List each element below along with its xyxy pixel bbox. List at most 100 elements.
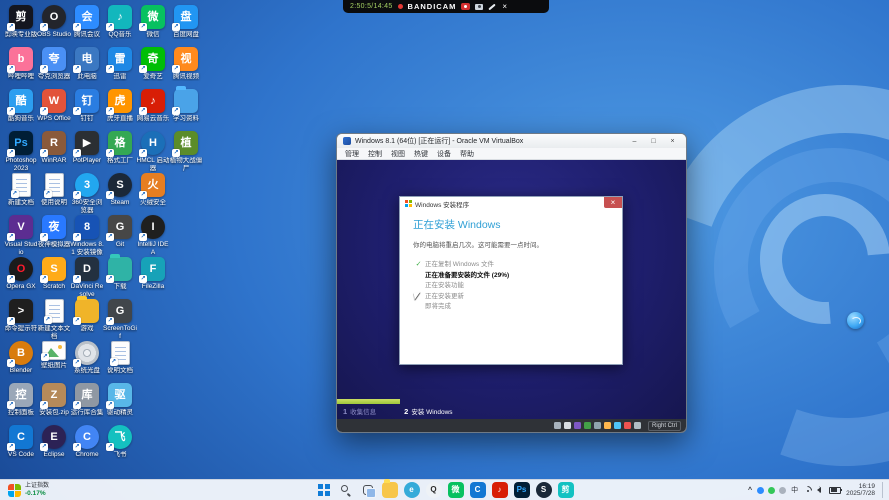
tray-app-icon[interactable] [779,486,787,494]
mouse-integration-icon[interactable] [633,422,641,429]
taskbar-file-explorer-button[interactable] [381,482,398,498]
desktop-icon[interactable]: G ScreenToGif [103,299,137,340]
desktop-icon[interactable]: 雷迅雷 [103,47,137,81]
taskbar-search-button[interactable] [338,482,354,498]
optical-disc-icon[interactable] [563,422,571,429]
desktop-icon[interactable]: 植植物大战僵尸 [169,131,203,172]
desktop-icon[interactable]: I IntelliJ IDEA [136,215,170,256]
desktop-icon[interactable]: 火火绒安全 [136,173,170,207]
desktop-icon[interactable]: V Visual Studio [4,215,38,256]
desktop-icon[interactable]: F FileZilla [136,257,170,291]
minimize-button[interactable] [627,136,642,146]
desktop-icon[interactable]: S Steam [103,173,137,207]
desktop-icon[interactable]: Z 安装包.zip [37,383,71,417]
desktop-icon[interactable]: 说明文档 [103,341,137,375]
taskbar-edge-browser[interactable]: e [403,482,420,498]
desktop-icon[interactable]: O OBS Studio [37,5,71,39]
battery-icon[interactable] [829,486,843,494]
desktop-icon[interactable]: 8 Windows 8.1 安装镜像 [70,215,104,256]
desktop-icon[interactable]: 奇爱奇艺 [136,47,170,81]
desktop-icon[interactable]: ♪ 网易云音乐 [136,89,170,123]
widgets-button[interactable]: 上证指数 -0.17% [5,482,52,498]
record-button[interactable] [461,3,471,10]
desktop-icon[interactable]: 剪剪映专业版 [4,5,38,39]
desktop-icon[interactable]: B Blender [4,341,38,375]
menubar-item[interactable]: 控制 [368,149,382,159]
volume-icon[interactable] [817,486,821,493]
tray-app-icon[interactable] [757,486,765,494]
desktop-icon[interactable]: W WPS Office [37,89,71,123]
show-desktop-button[interactable] [882,482,886,498]
taskbar-photoshop[interactable]: Ps [513,482,530,498]
desktop-icon[interactable]: 控控制面板 [4,383,38,417]
desktop-icon[interactable]: ♪ QQ音乐 [103,5,137,39]
taskbar-task-view-button[interactable] [360,482,376,498]
desktop-icon[interactable]: R WinRAR [37,131,71,165]
desktop-icon[interactable]: 盘百度网盘 [169,5,203,39]
vbox-titlebar[interactable]: Windows 8.1 (64位) [正在运行] - Oracle VM Vir… [337,134,686,148]
desktop-icon[interactable]: 游戏 [70,299,104,333]
desktop-icon[interactable]: ▶ PotPlayer [70,131,104,165]
dialog-titlebar[interactable]: Windows 安装程序 [400,197,622,210]
maximize-button[interactable] [646,136,661,146]
dialog-close-button[interactable] [604,197,622,208]
desktop-icon[interactable]: H HMCL 启动器 [136,131,170,172]
desktop-icon[interactable]: 新建文本文档 [37,299,71,340]
draw-icon[interactable] [488,3,497,10]
desktop-icon[interactable]: > 命令提示符 [4,299,38,333]
audio-icon[interactable] [573,422,581,429]
desktop-icon[interactable]: 微微信 [136,5,170,39]
desktop-icon[interactable]: 格格式工厂 [103,131,137,165]
taskbar-start-button[interactable] [316,482,332,498]
tray-app-icon[interactable] [768,486,776,494]
desktop-icon[interactable]: 视腾讯视频 [169,47,203,81]
display-icon[interactable] [613,422,621,429]
taskbar-steam[interactable]: S [535,482,552,498]
input-method-indicator[interactable]: 中 [791,485,798,495]
close-button[interactable] [665,136,680,146]
virtualbox-window[interactable]: Windows 8.1 (64位) [正在运行] - Oracle VM Vir… [336,133,687,433]
close-icon[interactable] [502,0,507,13]
floating-assistant-ball[interactable] [847,312,864,329]
desktop-icon[interactable]: 壁纸图片 [37,341,71,370]
bandicam-toolbar[interactable]: 2:50:5/14:45 BANDICAM [343,0,549,13]
shared-folders-icon[interactable] [603,422,611,429]
desktop-icon[interactable]: 酷酷狗音乐 [4,89,38,123]
desktop-icon[interactable]: 飞飞书 [103,425,137,459]
desktop-icon[interactable]: 钉钉钉 [70,89,104,123]
taskbar-capcut[interactable]: 剪 [557,482,574,498]
desktop-icon[interactable]: 下载 [103,257,137,291]
desktop-icon[interactable]: C Chrome [70,425,104,459]
taskbar-qq[interactable]: Q [425,482,442,498]
tray-chevron-icon[interactable] [748,487,752,494]
desktop-icon[interactable]: Ps Photoshop 2023 [4,131,38,172]
menubar-item[interactable]: 视图 [391,149,405,159]
menubar-item[interactable]: 设备 [437,149,451,159]
desktop[interactable]: 剪剪映专业版OOBS Studio会腾讯会议♪QQ音乐微微信盘百度网盘b哔哩哔哩… [0,0,889,500]
taskbar-netease-music[interactable]: ♪ [491,482,508,498]
usb-icon[interactable] [593,422,601,429]
desktop-icon[interactable]: 系统光盘 [70,341,104,375]
menubar-item[interactable]: 管理 [345,149,359,159]
desktop-icon[interactable]: G Git [103,215,137,249]
taskbar[interactable]: 上证指数 -0.17% e Q 微 C ♪ Ps S 剪 中 16:19 2025/7/28 [0,479,889,500]
hdd-icon[interactable] [553,422,561,429]
network-icon[interactable] [583,422,591,429]
menubar-item[interactable]: 热键 [414,149,428,159]
menubar-item[interactable]: 帮助 [460,149,474,159]
taskbar-vscode[interactable]: C [469,482,486,498]
desktop-icon[interactable]: S Scratch [37,257,71,291]
desktop-icon[interactable]: 虎虎牙直播 [103,89,137,123]
desktop-icon[interactable]: C VS Code [4,425,38,459]
desktop-icon[interactable]: 学习资料 [169,89,203,123]
desktop-icon[interactable]: 夜夜神模拟器 [37,215,71,249]
desktop-icon[interactable]: D DaVinci Resolve [70,257,104,298]
vm-screen[interactable]: Windows 安装程序 正在安装 Windows 你的电脑将重启几次。这可能需… [337,160,686,419]
desktop-icon[interactable]: O Opera GX [4,257,38,291]
desktop-icon[interactable]: 驱驱动精灵 [103,383,137,417]
desktop-icon[interactable]: 电此电脑 [70,47,104,81]
desktop-icon[interactable]: 新建文档 [4,173,38,207]
recording-icon[interactable] [623,422,631,429]
desktop-icon[interactable]: 会腾讯会议 [70,5,104,39]
system-tray[interactable]: 中 16:19 2025/7/28 [748,480,886,500]
